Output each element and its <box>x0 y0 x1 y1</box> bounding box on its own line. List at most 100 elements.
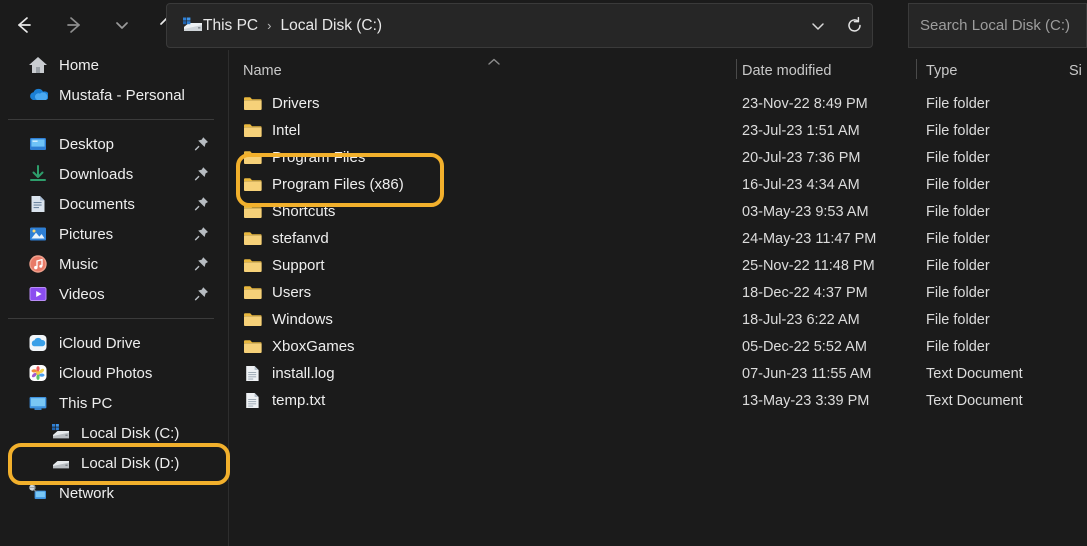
table-row[interactable]: Program Files (x86) 16-Jul-23 4:34 AM File… <box>228 171 1087 198</box>
file-name-label: Drivers <box>272 95 320 112</box>
cell-name[interactable]: Program Files (x86) <box>243 171 404 198</box>
sidebar-item-label: Documents <box>59 195 135 213</box>
pin-icon[interactable] <box>194 286 209 301</box>
pin-icon[interactable] <box>194 226 209 241</box>
sidebar-item-desktop[interactable]: Desktop <box>8 129 220 159</box>
file-name-label: temp.txt <box>272 392 326 409</box>
network-icon <box>28 483 50 503</box>
local-disk-c-icon <box>50 423 72 443</box>
documents-icon <box>28 194 50 214</box>
folder-icon <box>243 284 263 301</box>
file-name-label: Support <box>272 257 325 274</box>
table-row[interactable]: Shortcuts 03-May-23 9:53 AM File folder <box>228 198 1087 225</box>
sidebar-item-videos[interactable]: Videos <box>8 279 220 309</box>
sidebar-item-icloud-drive[interactable]: iCloud Drive <box>8 328 220 358</box>
folder-icon <box>243 230 263 247</box>
sidebar-item-label: Local Disk (C:) <box>81 424 180 442</box>
forward-button[interactable] <box>56 7 92 43</box>
address-dropdown-button[interactable] <box>800 4 836 47</box>
column-headers: Name Date modified Type Si <box>228 50 1087 90</box>
file-explorer-window: This PC › Local Disk (C:) Search Local D… <box>0 0 1087 546</box>
sidebar-item-network[interactable]: Network <box>8 478 220 508</box>
table-row[interactable]: Intel 23-Jul-23 1:51 AM File folder <box>228 117 1087 144</box>
cell-date-modified: 25-Nov-22 11:48 PM <box>742 257 875 274</box>
cell-date-modified: 18-Dec-22 4:37 PM <box>742 284 868 301</box>
cell-name[interactable]: Program Files <box>243 144 365 171</box>
cell-name[interactable]: Support <box>243 252 325 279</box>
sidebar-item-icloud-photos[interactable]: iCloud Photos <box>8 358 220 388</box>
search-input[interactable] <box>920 17 1086 34</box>
sidebar-item-label: iCloud Drive <box>59 334 141 352</box>
cell-name[interactable]: Intel <box>243 117 300 144</box>
pin-icon[interactable] <box>194 166 209 181</box>
sidebar-item-documents[interactable]: Documents <box>8 189 220 219</box>
sidebar-item-home[interactable]: Home <box>8 50 220 80</box>
sidebar-item-this-pc[interactable]: This PC <box>8 388 220 418</box>
cell-name[interactable]: Windows <box>243 306 333 333</box>
table-row[interactable]: install.log 07-Jun-23 11:55 AM Text Docume… <box>228 360 1087 387</box>
pin-icon[interactable] <box>194 256 209 271</box>
chevron-down-icon <box>812 22 824 30</box>
cell-date-modified: 13-May-23 3:39 PM <box>742 392 870 409</box>
folder-icon <box>243 257 263 274</box>
address-bar[interactable]: This PC › Local Disk (C:) <box>166 3 873 48</box>
pin-icon[interactable] <box>194 196 209 211</box>
local-disk-d-icon <box>50 453 72 473</box>
cell-type: Text Document <box>926 392 1023 409</box>
cell-type: File folder <box>926 149 990 166</box>
column-divider[interactable] <box>916 59 917 79</box>
sidebar-item-mustafa-personal[interactable]: Mustafa - Personal <box>8 80 220 110</box>
column-header-name[interactable]: Name <box>243 63 282 79</box>
table-row[interactable]: Drivers 23-Nov-22 8:49 PM File folder <box>228 90 1087 117</box>
column-header-type[interactable]: Type <box>926 63 957 79</box>
recent-locations-button[interactable] <box>104 7 140 43</box>
file-list-pane: Name Date modified Type Si Drivers 23-Nov… <box>228 50 1087 546</box>
column-header-size[interactable]: Si <box>1069 63 1082 79</box>
table-row[interactable]: Users 18-Dec-22 4:37 PM File folder <box>228 279 1087 306</box>
sidebar-item-local-disk-d[interactable]: Local Disk (D:) <box>8 448 220 478</box>
breadcrumb-segment-this-pc[interactable]: This PC <box>203 17 258 35</box>
cell-name[interactable]: Shortcuts <box>243 198 335 225</box>
sidebar-item-music[interactable]: Music <box>8 249 220 279</box>
column-header-date-modified[interactable]: Date modified <box>742 63 831 79</box>
pin-icon[interactable] <box>194 136 209 151</box>
cell-type: File folder <box>926 257 990 274</box>
table-row[interactable]: Windows 18-Jul-23 6:22 AM File folder <box>228 306 1087 333</box>
file-name-label: Windows <box>272 311 333 328</box>
cell-name[interactable]: Users <box>243 279 311 306</box>
folder-icon <box>243 176 263 193</box>
cell-name[interactable]: temp.txt <box>243 387 325 414</box>
search-box[interactable] <box>908 3 1087 48</box>
cell-date-modified: 20-Jul-23 7:36 PM <box>742 149 861 166</box>
folder-icon <box>243 95 263 112</box>
breadcrumb-segment-local-disk-c[interactable]: Local Disk (C:) <box>280 17 382 35</box>
column-divider[interactable] <box>736 59 737 79</box>
sidebar-item-label: Videos <box>59 285 105 303</box>
cell-name[interactable]: install.log <box>243 360 335 387</box>
file-name-label: install.log <box>272 365 335 382</box>
cell-type: File folder <box>926 176 990 193</box>
table-row[interactable]: Program Files 20-Jul-23 7:36 PM File folde… <box>228 144 1087 171</box>
cell-date-modified: 24-May-23 11:47 PM <box>742 230 877 247</box>
table-row[interactable]: temp.txt 13-May-23 3:39 PM Text Document <box>228 387 1087 414</box>
back-button[interactable] <box>6 7 42 43</box>
desktop-icon <box>28 134 50 154</box>
cell-name[interactable]: Drivers <box>243 90 320 117</box>
cell-name[interactable]: stefanvd <box>243 225 329 252</box>
table-row[interactable]: XboxGames 05-Dec-22 5:52 AM File folder <box>228 333 1087 360</box>
cell-name[interactable]: XboxGames <box>243 333 355 360</box>
sidebar-item-label: Desktop <box>59 135 115 153</box>
refresh-button[interactable] <box>836 4 872 47</box>
file-rows: Drivers 23-Nov-22 8:49 PM File folder Intel… <box>228 90 1087 414</box>
sidebar-item-local-disk-c[interactable]: Local Disk (C:) <box>8 418 220 448</box>
table-row[interactable]: stefanvd 24-May-23 11:47 PM File folder <box>228 225 1087 252</box>
cell-type: File folder <box>926 95 990 112</box>
table-row[interactable]: Support 25-Nov-22 11:48 PM File folder <box>228 252 1087 279</box>
sidebar-item-pictures[interactable]: Pictures <box>8 219 220 249</box>
sidebar-item-label: Local Disk (D:) <box>81 454 180 472</box>
file-name-label: Program Files (x86) <box>272 176 404 193</box>
sidebar-item-downloads[interactable]: Downloads <box>8 159 220 189</box>
file-name-label: Intel <box>272 122 301 139</box>
navigation-pane[interactable]: Home Mustafa - Personal Desktop Downloads Do… <box>0 50 228 546</box>
downloads-icon <box>28 164 50 184</box>
